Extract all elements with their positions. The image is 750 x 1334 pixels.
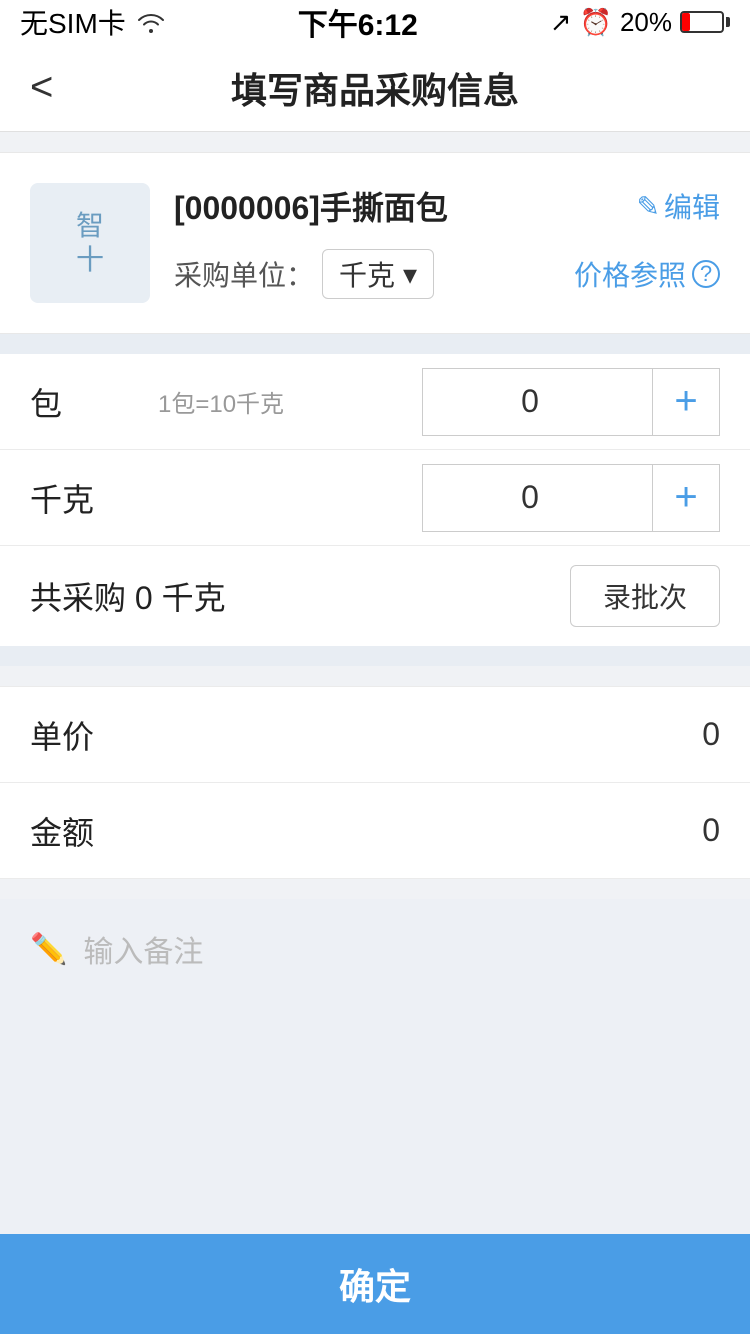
product-logo: 智 十	[76, 209, 104, 276]
unit-row: 采购单位： 千克 ▾ 价格参照 ?	[174, 249, 720, 299]
summary-row: 共采购 0 千克 录批次	[0, 546, 750, 646]
location-icon: ↗	[550, 7, 572, 38]
price-ref-button[interactable]: 价格参照 ?	[574, 254, 720, 294]
summary-unit-text: 千克	[162, 580, 226, 616]
section-separator-2	[0, 646, 750, 666]
summary-num: 0	[135, 580, 153, 616]
product-name: [0000006]手撕面包	[174, 183, 448, 229]
unit-select[interactable]: 千克 ▾	[322, 249, 434, 299]
nav-bar: < 填写商品采购信息	[0, 44, 750, 132]
price-ref-label: 价格参照	[574, 254, 686, 294]
unit-price-label: 单价	[30, 712, 94, 758]
wifi-icon	[136, 11, 166, 33]
help-icon: ?	[692, 260, 720, 288]
bag-quantity-input[interactable]	[422, 368, 652, 436]
status-right: ↗ ⏰ 20%	[550, 7, 730, 38]
kg-plus-button[interactable]: +	[652, 464, 720, 532]
amount-value: 0	[702, 812, 720, 849]
summary-prefix: 共采购	[30, 580, 126, 616]
product-card: 智 十 [0000006]手撕面包 ✎ 编辑 采购单位： 千克 ▾ 价格参照 ?	[0, 152, 750, 334]
section-separator-1	[0, 334, 750, 354]
battery-percent: 20%	[620, 7, 672, 38]
summary-text: 共采购 0 千克	[30, 573, 226, 619]
bag-input-right: +	[422, 368, 720, 436]
batch-button[interactable]: 录批次	[570, 565, 720, 627]
amount-label: 金额	[30, 808, 94, 854]
amount-row: 金额 0	[0, 783, 750, 879]
edit-button[interactable]: ✎ 编辑	[637, 186, 720, 226]
unit-price-row: 单价 0	[0, 687, 750, 783]
battery-icon	[680, 11, 730, 33]
status-left: 无SIM卡	[20, 2, 166, 42]
dropdown-arrow: ▾	[403, 258, 417, 291]
bag-plus-button[interactable]: +	[652, 368, 720, 436]
carrier-label: 无SIM卡	[20, 2, 126, 42]
alarm-icon: ⏰	[580, 7, 612, 38]
page-title: 填写商品采购信息	[231, 62, 519, 114]
unit-label: 采购单位：	[174, 254, 314, 294]
kg-quantity-input[interactable]	[422, 464, 652, 532]
product-thumbnail: 智 十	[30, 183, 150, 303]
product-info: [0000006]手撕面包 ✎ 编辑 采购单位： 千克 ▾ 价格参照 ?	[174, 183, 720, 299]
status-time: 下午6:12	[298, 0, 418, 44]
pencil-icon: ✏️	[30, 932, 67, 967]
confirm-button[interactable]: 确定	[0, 1234, 750, 1334]
bag-input-row: 包 1包=10千克 +	[0, 354, 750, 450]
bag-sub: 1包=10千克	[158, 384, 284, 419]
input-section: 包 1包=10千克 + 千克 +	[0, 354, 750, 546]
unit-value: 千克	[339, 254, 395, 294]
kg-input-row: 千克 +	[0, 450, 750, 546]
status-bar: 无SIM卡 下午6:12 ↗ ⏰ 20%	[0, 0, 750, 44]
remark-section[interactable]: ✏️ 输入备注	[0, 899, 750, 999]
edit-icon: ✎	[637, 190, 660, 223]
kg-input-right: +	[422, 464, 720, 532]
unit-price-value: 0	[702, 716, 720, 753]
edit-label: 编辑	[664, 186, 720, 226]
kg-label: 千克	[30, 475, 150, 521]
back-button[interactable]: <	[30, 65, 53, 110]
bag-label: 包	[30, 379, 150, 425]
price-section: 单价 0 金额 0	[0, 686, 750, 879]
remark-placeholder: 输入备注	[83, 927, 203, 971]
product-name-row: [0000006]手撕面包 ✎ 编辑	[174, 183, 720, 229]
